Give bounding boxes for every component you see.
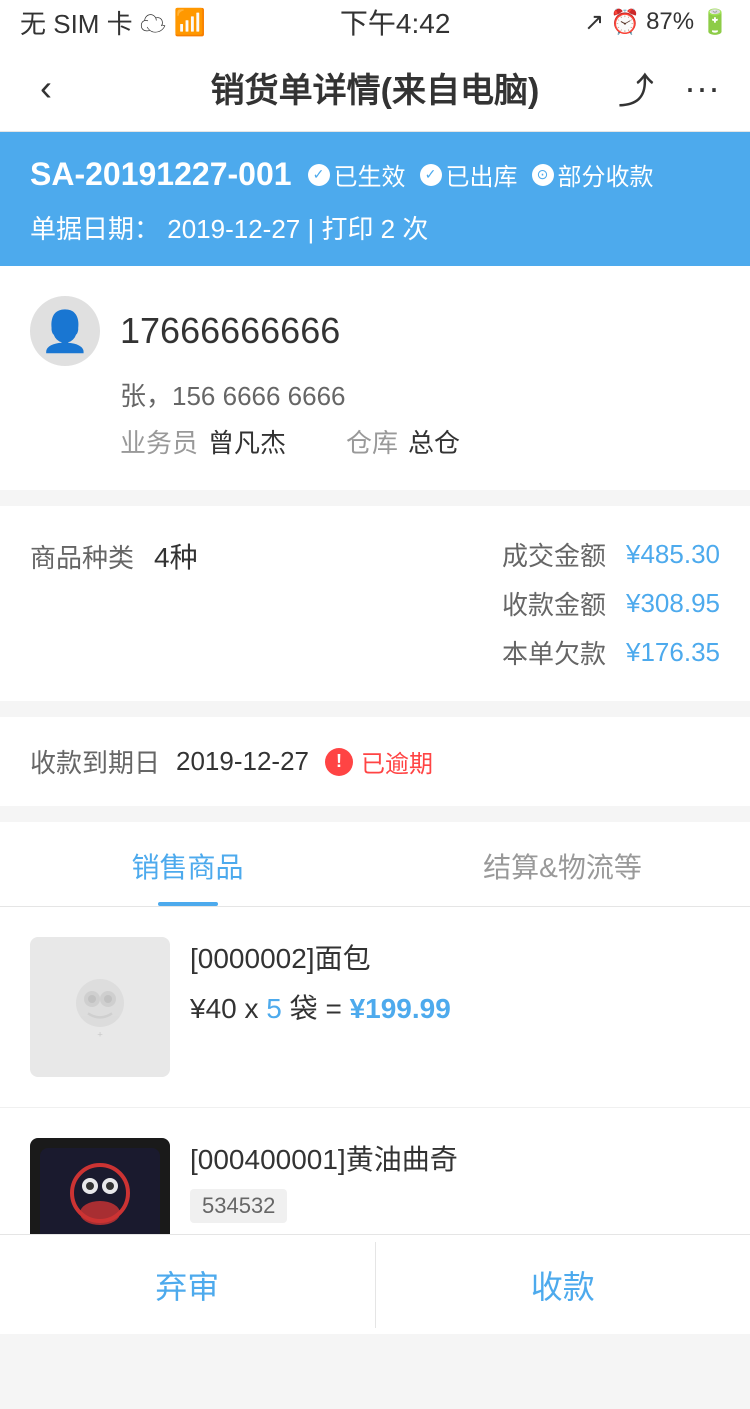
status-left: 无 SIM 卡 ☁ 📶 [20, 4, 206, 41]
banner-row1: SA-20191227-001 ✓ 已生效 ✓ 已出库 ⊙ 部分收款 [30, 156, 720, 193]
transaction-label: 成交金额 [502, 536, 606, 573]
avatar: 👤 [30, 296, 100, 366]
warehouse-value: 总仓 [408, 423, 460, 460]
due-date: 2019-12-27 [176, 746, 309, 777]
tab-sales-products[interactable]: 销售商品 [0, 822, 375, 906]
product-placeholder-icon-1: + [60, 967, 140, 1047]
product-name-2: [000400001]黄油曲奇 [190, 1138, 720, 1178]
product-price-1: ¥40 [190, 993, 237, 1024]
customer-detail: 张，156 6666 6666 [120, 376, 720, 413]
date-label: 单据日期： [30, 214, 160, 244]
battery-icon: 🔋 [700, 8, 730, 37]
bottom-bar: 弃审 收款 [0, 1234, 750, 1334]
overdue-badge: ! 已逾期 [325, 744, 433, 779]
sim-label: 无 SIM 卡 ☁ [20, 4, 166, 41]
avatar-icon: 👤 [40, 308, 90, 355]
cancel-review-button[interactable]: 弃审 [0, 1242, 376, 1328]
clock-icon: ⊙ [532, 164, 554, 186]
salesperson-label: 业务员 [120, 423, 198, 460]
product-unit-1: 袋 [290, 993, 318, 1024]
check-icon-1: ✓ [308, 164, 330, 186]
product-tabs: 销售商品 结算&物流等 [0, 822, 750, 907]
product-multiply-1: x [245, 993, 267, 1024]
page-title: 销货单详情(来自电脑) [211, 63, 540, 112]
order-number: SA-20191227-001 [30, 156, 292, 193]
warehouse-label: 仓库 [346, 423, 398, 460]
received-value: ¥308.95 [626, 588, 720, 619]
customer-section: 👤 17666666666 张，156 6666 6666 业务员 曾凡杰 仓库… [0, 266, 750, 490]
nav-actions: ⤴ ··· [618, 62, 720, 114]
due-section: 收款到期日 2019-12-27 ! 已逾期 [0, 717, 750, 806]
stats-right: 成交金额 ¥485.30 收款金额 ¥308.95 本单欠款 ¥176.35 [502, 536, 720, 671]
collect-payment-button[interactable]: 收款 [376, 1242, 750, 1328]
product-image-1: + [30, 937, 170, 1077]
customer-id: 17666666666 [120, 310, 340, 352]
salesperson-value: 曾凡杰 [208, 423, 286, 460]
badge-effective: ✓ 已生效 [308, 157, 406, 192]
check-icon-2: ✓ [420, 164, 442, 186]
status-bar: 无 SIM 卡 ☁ 📶 下午4:42 ↗ ⏰ 87% 🔋 [0, 0, 750, 44]
product-total-1: ¥199.99 [350, 993, 451, 1024]
warehouse-item: 仓库 总仓 [346, 423, 460, 460]
received-row: 收款金额 ¥308.95 [502, 585, 720, 622]
owed-row: 本单欠款 ¥176.35 [502, 634, 720, 671]
product-sku-2: 534532 [190, 1189, 287, 1223]
more-icon[interactable]: ··· [684, 67, 720, 109]
owed-label: 本单欠款 [502, 634, 606, 671]
order-date: 2019-12-27 [167, 214, 300, 244]
category-label: 商品种类 [30, 538, 134, 575]
customer-row: 👤 17666666666 [30, 296, 720, 366]
owed-value: ¥176.35 [626, 637, 720, 668]
product-price-row-1: ¥40 x 5 袋 = ¥199.99 [190, 987, 720, 1027]
product-name-1: [0000002]面包 [190, 937, 720, 977]
badge-partial-label: 部分收款 [558, 157, 654, 192]
due-label: 收款到期日 [30, 743, 160, 780]
nav-bar: ‹ 销货单详情(来自电脑) ⤴ ··· [0, 44, 750, 132]
received-label: 收款金额 [502, 585, 606, 622]
transaction-row: 成交金额 ¥485.30 [502, 536, 720, 573]
svg-text:+: + [97, 1029, 103, 1040]
transaction-value: ¥485.30 [626, 539, 720, 570]
status-time: 下午4:42 [340, 2, 451, 42]
badge-shipped: ✓ 已出库 [420, 157, 518, 192]
category-value: 4种 [154, 536, 198, 576]
share-icon[interactable]: ⤴ [618, 62, 654, 114]
badge-partial: ⊙ 部分收款 [532, 157, 654, 192]
overdue-icon: ! [325, 748, 353, 776]
print-text: | 打印 2 次 [307, 214, 428, 244]
order-header-banner: SA-20191227-001 ✓ 已生效 ✓ 已出库 ⊙ 部分收款 单据日期：… [0, 132, 750, 266]
tab-settlement[interactable]: 结算&物流等 [375, 822, 750, 906]
product-equal-1: = [325, 993, 349, 1024]
banner-date-row: 单据日期： 2019-12-27 | 打印 2 次 [30, 209, 720, 246]
badge-shipped-label: 已出库 [446, 157, 518, 192]
alarm-icon: ⏰ [610, 8, 640, 37]
product-item: + [0000002]面包 ¥40 x 5 袋 = ¥199.99 [0, 907, 750, 1108]
overdue-text: 已逾期 [361, 744, 433, 779]
stats-left: 商品种类 4种 [30, 536, 198, 576]
badge-effective-label: 已生效 [334, 157, 406, 192]
customer-meta: 业务员 曾凡杰 仓库 总仓 [120, 423, 720, 460]
salesperson-item: 业务员 曾凡杰 [120, 423, 286, 460]
product-info-1: [0000002]面包 ¥40 x 5 袋 = ¥199.99 [190, 937, 720, 1027]
location-icon: ↗ [584, 8, 604, 37]
wifi-icon: 📶 [174, 7, 206, 38]
stats-section: 商品种类 4种 成交金额 ¥485.30 收款金额 ¥308.95 本单欠款 ¥… [0, 506, 750, 701]
back-button[interactable]: ‹ [30, 57, 62, 119]
status-right: ↗ ⏰ 87% 🔋 [584, 8, 730, 37]
product-quantity-1: 5 [266, 993, 282, 1024]
battery-label: 87% [646, 8, 694, 36]
status-badges: ✓ 已生效 ✓ 已出库 ⊙ 部分收款 [308, 157, 654, 192]
